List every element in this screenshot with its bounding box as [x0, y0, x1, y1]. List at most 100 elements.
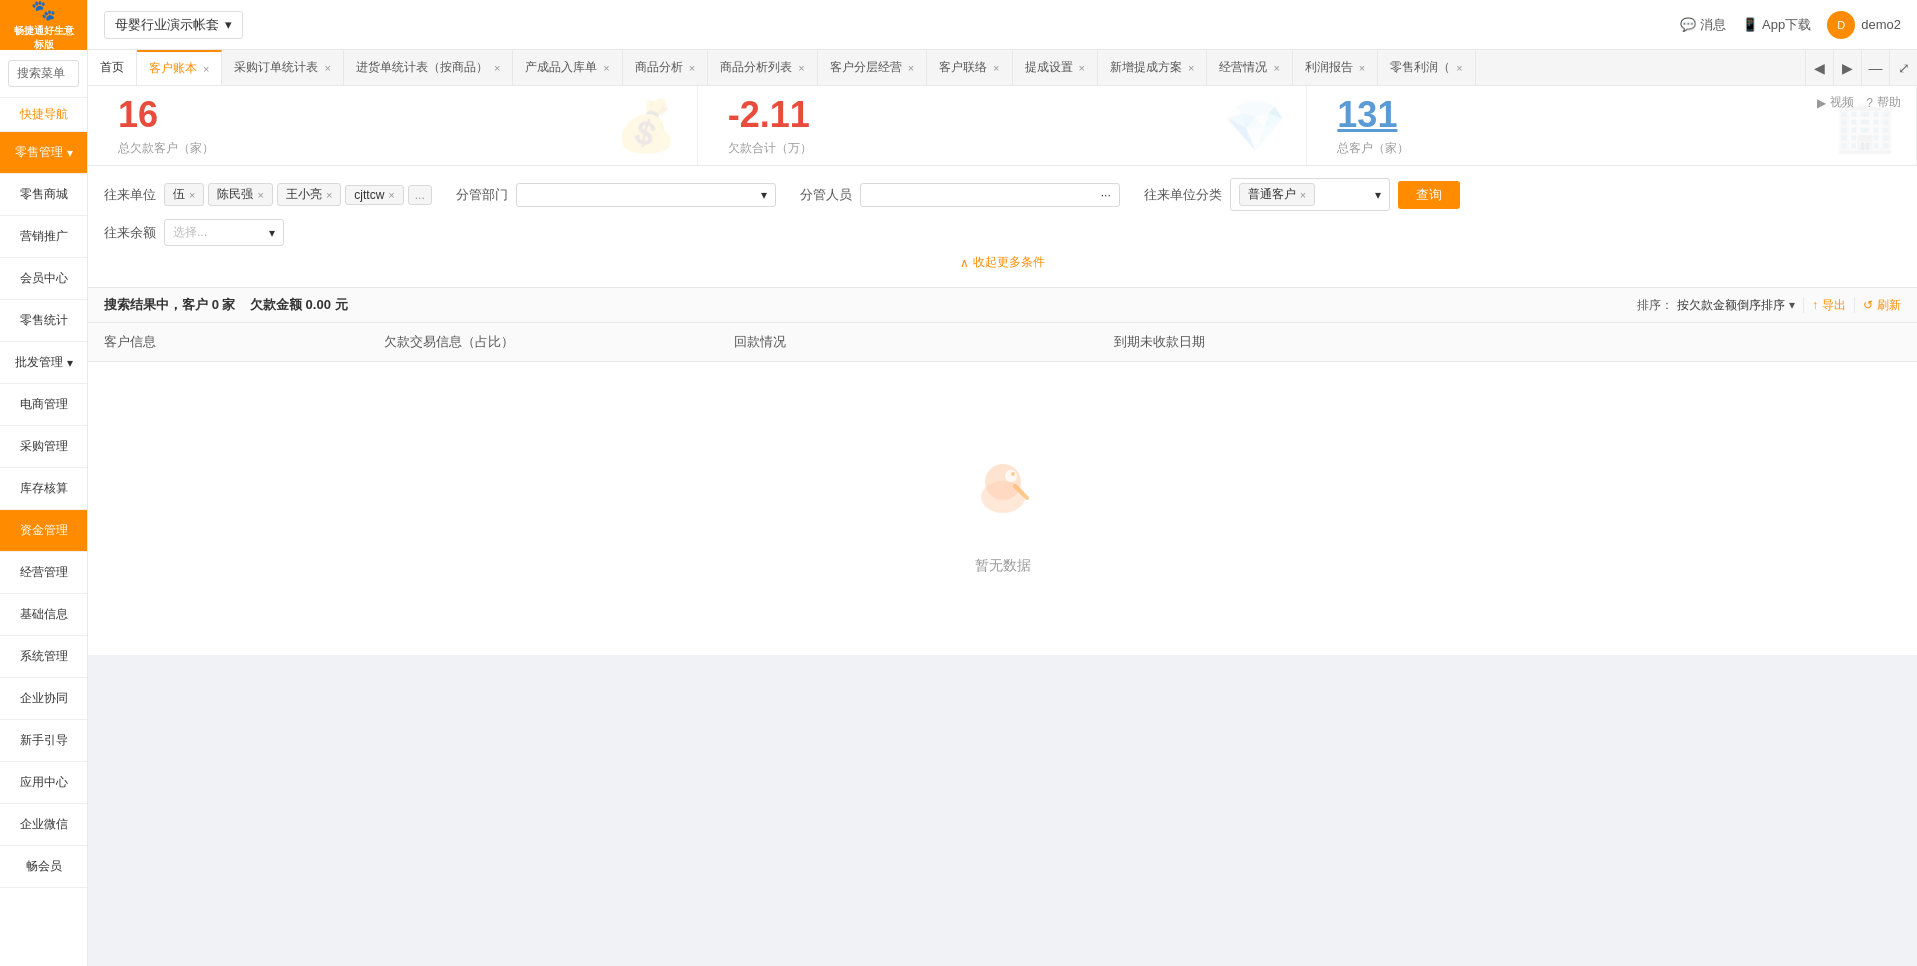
app-name: 畅捷通好生意	[14, 24, 74, 38]
sidebar-item-retail-mgmt[interactable]: 零售管理 ▾	[0, 132, 87, 174]
sidebar-item-finance[interactable]: 资金管理	[0, 510, 87, 552]
tab-customer-contact[interactable]: 客户联络 ×	[927, 50, 1012, 86]
sidebar-item-operations[interactable]: 经营管理	[0, 552, 87, 594]
tab-maximize[interactable]: ⤢	[1889, 50, 1917, 86]
tab-purchase-stats[interactable]: 进货单统计表（按商品） ×	[344, 50, 513, 86]
tab-retail-profit[interactable]: 零售利润（ ×	[1378, 50, 1475, 86]
results-count-unit: 家	[222, 297, 235, 312]
tab-label: 商品分析	[635, 59, 683, 76]
tab-close-icon[interactable]: ×	[1079, 62, 1085, 74]
balance-select[interactable]: 选择... ▾	[164, 219, 284, 246]
tab-close-icon[interactable]: ×	[1273, 62, 1279, 74]
sidebar-item-batch-mgmt[interactable]: 批发管理 ▾	[0, 342, 87, 384]
stat-icon-money: 💰	[615, 97, 677, 155]
export-icon: ↑	[1812, 298, 1818, 312]
stat-text: 16 总欠款客户（家）	[118, 94, 214, 157]
refresh-icon: ↺	[1863, 298, 1873, 312]
tab-close-icon[interactable]: ×	[603, 62, 609, 74]
unit-type-tag-1[interactable]: 普通客户 ×	[1239, 183, 1315, 206]
tag-remove-icon[interactable]: ×	[189, 189, 195, 201]
sort-label: 排序：	[1637, 297, 1673, 314]
tab-purchase-order[interactable]: 采购订单统计表 ×	[222, 50, 343, 86]
tab-scroll-left[interactable]: ◀	[1805, 50, 1833, 86]
tab-customer-segment[interactable]: 客户分层经营 ×	[818, 50, 927, 86]
tab-close-icon[interactable]: ×	[324, 62, 330, 74]
filter-tag-2[interactable]: 陈民强 ×	[208, 183, 272, 206]
sidebar-item-quick-nav[interactable]: 快捷导航	[0, 98, 87, 132]
tab-tips-settings[interactable]: 提成设置 ×	[1013, 50, 1098, 86]
play-icon: ▶	[1817, 96, 1826, 110]
topbar-right: 💬 消息 📱 App下载 D demo2	[1680, 11, 1901, 39]
unit-type-select[interactable]: 普通客户 × ▾	[1230, 178, 1390, 211]
username: demo2	[1861, 17, 1901, 32]
account-selector[interactable]: 母婴行业演示帐套 ▾	[104, 11, 243, 39]
message-button[interactable]: 💬 消息	[1680, 16, 1726, 34]
tag-remove-icon[interactable]: ×	[257, 189, 263, 201]
tab-close-icon[interactable]: ×	[798, 62, 804, 74]
chevron-down-icon: ▾	[67, 146, 73, 160]
sidebar-item-retail-stats[interactable]: 零售统计	[0, 300, 87, 342]
video-link[interactable]: ▶ 视频	[1817, 94, 1854, 111]
tab-label: 提成设置	[1025, 59, 1073, 76]
collapse-button[interactable]: ∧ 收起更多条件	[960, 254, 1045, 271]
tab-close-icon[interactable]: ×	[203, 63, 209, 75]
sidebar-item-enterprise-wx[interactable]: 企业微信	[0, 804, 87, 846]
sidebar-item-inventory[interactable]: 库存核算	[0, 468, 87, 510]
tab-customer-capital[interactable]: 客户账本 ×	[137, 50, 222, 86]
filter-tags: 伍 × 陈民强 × 王小亮 × cjttcw × ...	[164, 183, 432, 206]
sort-button[interactable]: 排序： 按欠款金额倒序排序 ▾	[1637, 297, 1795, 314]
tab-product-analysis[interactable]: 商品分析 ×	[623, 50, 708, 86]
tab-product-analysis-list[interactable]: 商品分析列表 ×	[708, 50, 817, 86]
search-menu-button[interactable]: 搜索菜单	[8, 60, 79, 87]
tab-close-icon[interactable]: ×	[1456, 62, 1462, 74]
sidebar-item-ecommerce[interactable]: 电商管理	[0, 384, 87, 426]
tab-profit-report[interactable]: 利润报告 ×	[1293, 50, 1378, 86]
filter-tag-4[interactable]: cjttcw ×	[345, 185, 403, 205]
tab-operation[interactable]: 经营情况 ×	[1207, 50, 1292, 86]
sidebar-item-app-center[interactable]: 应用中心	[0, 762, 87, 804]
tab-new-tips[interactable]: 新增提成方案 ×	[1098, 50, 1207, 86]
tab-close-icon[interactable]: ×	[1359, 62, 1365, 74]
tab-home[interactable]: 首页	[88, 50, 137, 86]
sidebar-item-enterprise-coop[interactable]: 企业协同	[0, 678, 87, 720]
user-profile[interactable]: D demo2	[1827, 11, 1901, 39]
tag-remove-icon[interactable]: ×	[1300, 189, 1306, 201]
tag-remove-icon[interactable]: ×	[388, 189, 394, 201]
sidebar-item-member[interactable]: 畅会员	[0, 846, 87, 888]
avatar: D	[1827, 11, 1855, 39]
sidebar-item-sys-mgmt[interactable]: 系统管理	[0, 636, 87, 678]
sidebar-item-marketing[interactable]: 营销推广	[0, 216, 87, 258]
tab-close-icon[interactable]: ×	[908, 62, 914, 74]
results-debt-unit: 元	[335, 297, 348, 312]
svg-point-2	[1005, 470, 1017, 482]
sidebar-item-retail-mall[interactable]: 零售商城	[0, 174, 87, 216]
app-download-button[interactable]: 📱 App下载	[1742, 16, 1811, 34]
tag-remove-icon[interactable]: ×	[326, 189, 332, 201]
tab-close-icon[interactable]: ×	[689, 62, 695, 74]
tab-close-icon[interactable]: ×	[494, 62, 500, 74]
sidebar: 🐾 畅捷通好生意 标版 搜索菜单 快捷导航 零售管理 ▾ 零售商城 营销推广 会…	[0, 0, 88, 966]
filter-tag-3[interactable]: 王小亮 ×	[277, 183, 341, 206]
person-select[interactable]: ···	[860, 183, 1120, 207]
help-link[interactable]: ? 帮助	[1866, 94, 1901, 111]
svg-point-3	[1011, 472, 1015, 476]
filter-more-button[interactable]: ...	[408, 185, 432, 205]
refresh-button[interactable]: ↺ 刷新	[1863, 297, 1901, 314]
page-content: 16 总欠款客户（家） 💰 -2.11 欠款合计（万） 💎 131 总客户（家）…	[88, 86, 1917, 966]
tab-scroll-right[interactable]: ▶	[1833, 50, 1861, 86]
filter-tag-1[interactable]: 伍 ×	[164, 183, 204, 206]
tab-close-icon[interactable]: ×	[993, 62, 999, 74]
sidebar-item-new-guide[interactable]: 新手引导	[0, 720, 87, 762]
results-debt-amount: 0.00	[306, 297, 331, 312]
sidebar-item-member-center[interactable]: 会员中心	[0, 258, 87, 300]
tab-close-icon[interactable]: ×	[1188, 62, 1194, 74]
export-button[interactable]: ↑ 导出	[1812, 297, 1846, 314]
tab-minimize[interactable]: —	[1861, 50, 1889, 86]
dept-select[interactable]: ▾	[516, 183, 776, 207]
stat-number: 16	[118, 94, 214, 136]
search-button[interactable]: 查询	[1398, 181, 1460, 209]
tab-label: 经营情况	[1219, 59, 1267, 76]
sidebar-item-purchase-mgmt[interactable]: 采购管理	[0, 426, 87, 468]
sidebar-item-basic-info[interactable]: 基础信息	[0, 594, 87, 636]
tab-product-inbound[interactable]: 产成品入库单 ×	[513, 50, 622, 86]
